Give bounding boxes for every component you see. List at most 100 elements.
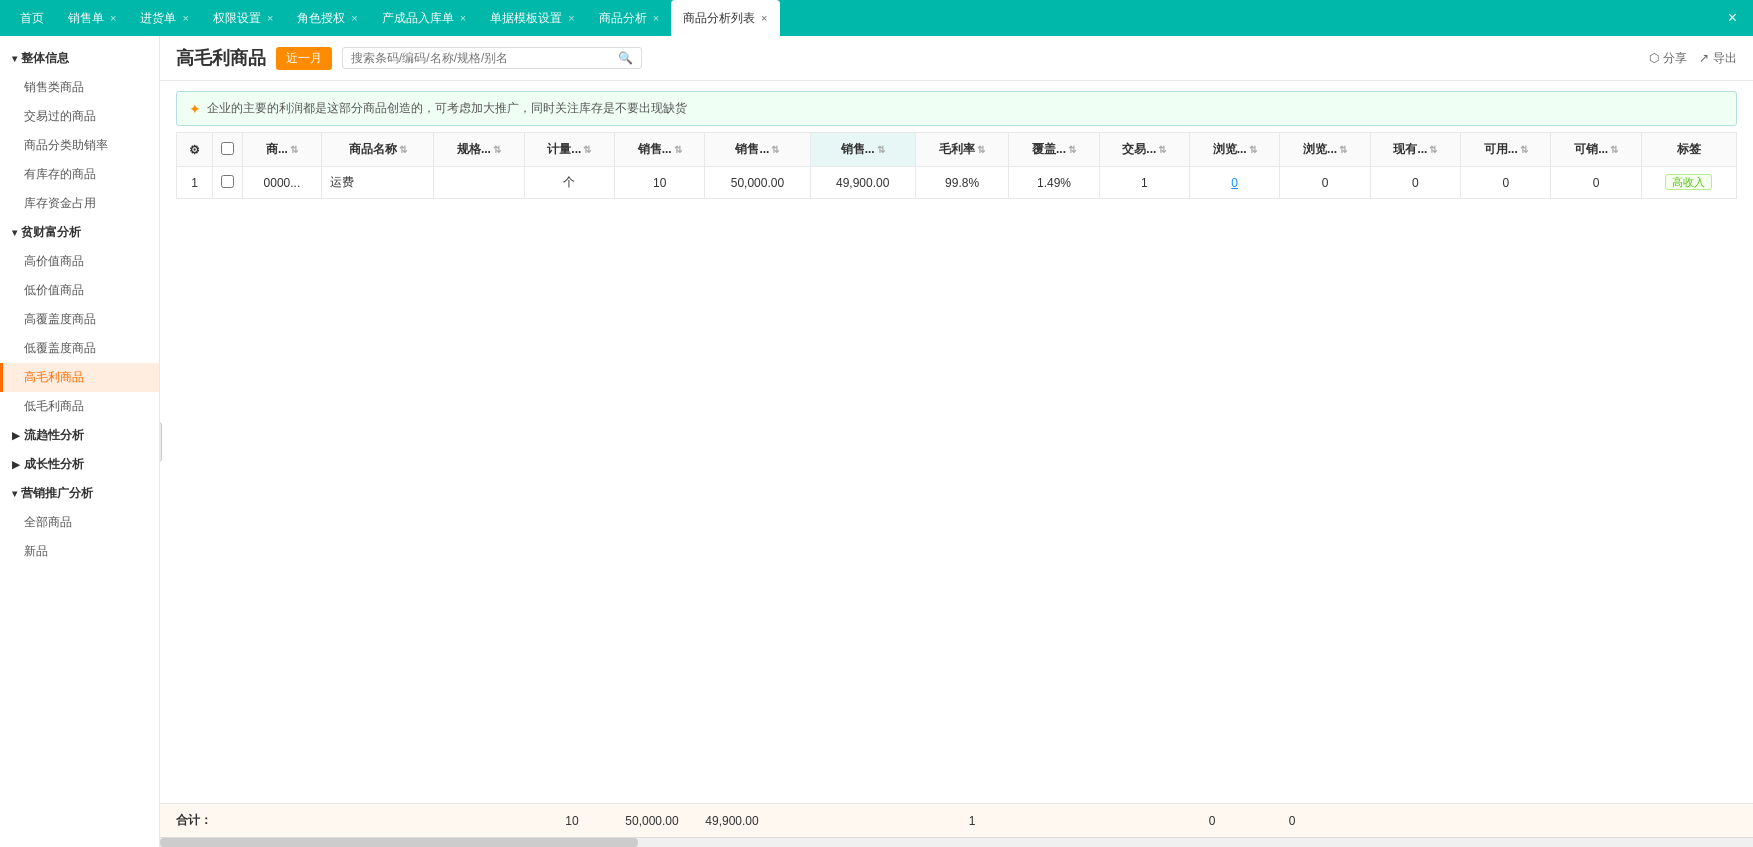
close-roles-icon[interactable]: × [351, 12, 357, 24]
sort-icon-view1: ⇅ [1249, 144, 1257, 155]
sidebar-item-traded-goods[interactable]: 交易过的商品 [0, 102, 159, 131]
view1-link[interactable]: 0 [1231, 176, 1238, 190]
nav-product-analysis[interactable]: 商品分析 × [587, 0, 671, 36]
col-sellable[interactable]: 可销... ⇅ [1551, 133, 1641, 167]
nav-sales[interactable]: 销售单 × [56, 0, 128, 36]
sidebar-item-high-coverage[interactable]: 高覆盖度商品 [0, 305, 159, 334]
col-trade[interactable]: 交易... ⇅ [1099, 133, 1189, 167]
col-unit[interactable]: 计量... ⇅ [524, 133, 614, 167]
sidebar-item-in-stock-goods[interactable]: 有库存的商品 [0, 160, 159, 189]
sidebar-item-stock-capital[interactable]: 库存资金占用 [0, 189, 159, 218]
chevron-down-icon: ▾ [12, 53, 17, 64]
chevron-right-icon-2: ▶ [12, 459, 20, 470]
sidebar-section-wealth[interactable]: ▾ 贫财富分析 [0, 218, 159, 247]
col-sale-amount[interactable]: 销售... ⇅ [705, 133, 810, 167]
chevron-down-icon-2: ▾ [12, 227, 17, 238]
scrollbar-thumb[interactable] [160, 838, 638, 847]
col-coverage[interactable]: 覆盖... ⇅ [1009, 133, 1099, 167]
sidebar-item-new-goods[interactable]: 新品 [0, 537, 159, 566]
sort-icon-code: ⇅ [290, 144, 298, 155]
row-sale-qty: 10 [615, 167, 705, 199]
col-gross-margin[interactable]: 毛利率 ⇅ [915, 133, 1009, 167]
close-sales-icon[interactable]: × [110, 12, 116, 24]
sidebar-item-all-goods[interactable]: 全部商品 [0, 508, 159, 537]
sidebar-item-high-margin[interactable]: 高毛利商品 [0, 363, 159, 392]
select-all-checkbox[interactable] [221, 142, 234, 155]
tag-badge: 高收入 [1665, 174, 1712, 190]
row-available: 0 [1461, 167, 1551, 199]
total-view1 [1012, 814, 1092, 828]
total-sellable [1332, 814, 1412, 828]
sidebar-item-low-margin[interactable]: 低毛利商品 [0, 392, 159, 421]
sidebar-item-low-value[interactable]: 低价值商品 [0, 276, 159, 305]
col-code[interactable]: 商... ⇅ [243, 133, 322, 167]
content-header: 《 高毛利商品 近一月 🔍 ⬡ 分享 ↗ 导出 [160, 36, 1753, 81]
sidebar-item-high-value[interactable]: 高价值商品 [0, 247, 159, 276]
row-tag: 高收入 [1641, 167, 1736, 199]
sidebar-item-category-rate[interactable]: 商品分类助销率 [0, 131, 159, 160]
close-product-analysis-icon[interactable]: × [653, 12, 659, 24]
close-purchase-icon[interactable]: × [182, 12, 188, 24]
col-sale-qty[interactable]: 销售... ⇅ [615, 133, 705, 167]
sidebar-item-sales-goods[interactable]: 销售类商品 [0, 73, 159, 102]
total-sale-qty: 10 [532, 814, 612, 828]
export-button[interactable]: ↗ 导出 [1699, 50, 1737, 67]
row-coverage: 1.49% [1009, 167, 1099, 199]
sidebar-section-growth[interactable]: ▶ 成长性分析 [0, 450, 159, 479]
sort-icon-coverage: ⇅ [1068, 144, 1076, 155]
nav-purchase[interactable]: 进货单 × [128, 0, 200, 36]
close-product-inbound-icon[interactable]: × [460, 12, 466, 24]
row-view2: 0 [1280, 167, 1370, 199]
sidebar-collapse-button[interactable]: 《 [160, 422, 162, 462]
col-spec[interactable]: 规格... ⇅ [434, 133, 524, 167]
search-input[interactable] [351, 51, 614, 65]
sort-icon-gross-margin: ⇅ [977, 144, 985, 155]
col-name[interactable]: 商品名称 ⇅ [321, 133, 434, 167]
nav-permissions[interactable]: 权限设置 × [201, 0, 285, 36]
nav-roles[interactable]: 角色授权 × [285, 0, 369, 36]
sort-icon-available: ⇅ [1520, 144, 1528, 155]
header-actions: ⬡ 分享 ↗ 导出 [1649, 50, 1737, 67]
row-name: 运费 [321, 167, 434, 199]
col-settings[interactable]: ⚙ [177, 133, 213, 167]
filter-month-button[interactable]: 近一月 [276, 47, 332, 70]
col-view2[interactable]: 浏览... ⇅ [1280, 133, 1370, 167]
nav-product-analysis-list[interactable]: 商品分析列表 × [671, 0, 779, 36]
footer-total: 合计： 10 50,000.00 49,900.00 1 0 0 [160, 803, 1753, 837]
close-all-tabs-button[interactable]: × [1720, 9, 1745, 27]
sidebar-section-flow[interactable]: ▶ 流趋性分析 [0, 421, 159, 450]
total-sale-amount: 50,000.00 [612, 814, 692, 828]
horizontal-scrollbar[interactable] [160, 837, 1753, 847]
sort-icon-sellable: ⇅ [1610, 144, 1618, 155]
row-view1[interactable]: 0 [1190, 167, 1280, 199]
row-index: 1 [177, 167, 213, 199]
settings-icon[interactable]: ⚙ [189, 143, 200, 157]
data-table: ⚙ 商... ⇅ [176, 132, 1737, 199]
sidebar-item-low-coverage[interactable]: 低覆盖度商品 [0, 334, 159, 363]
col-view1[interactable]: 浏览... ⇅ [1190, 133, 1280, 167]
top-nav: 首页 销售单 × 进货单 × 权限设置 × 角色授权 × 产成品入库单 × 单据… [0, 0, 1753, 36]
close-template-icon[interactable]: × [568, 12, 574, 24]
search-icon[interactable]: 🔍 [618, 51, 633, 65]
row-select-checkbox[interactable] [221, 175, 234, 188]
sidebar-section-marketing[interactable]: ▾ 营销推广分析 [0, 479, 159, 508]
total-available: 0 [1252, 814, 1332, 828]
col-tag[interactable]: 标签 [1641, 133, 1736, 167]
sort-icon-unit: ⇅ [583, 144, 591, 155]
sidebar-section-overall[interactable]: ▾ 整体信息 [0, 44, 159, 73]
close-product-analysis-list-icon[interactable]: × [761, 12, 767, 24]
col-checkbox [213, 133, 243, 167]
row-sale-cost: 49,900.00 [810, 167, 915, 199]
table-container[interactable]: ⚙ 商... ⇅ [176, 132, 1737, 803]
close-permissions-icon[interactable]: × [267, 12, 273, 24]
nav-home[interactable]: 首页 [8, 0, 56, 36]
row-trade: 1 [1099, 167, 1189, 199]
nav-product-inbound[interactable]: 产成品入库单 × [370, 0, 478, 36]
col-available[interactable]: 可用... ⇅ [1461, 133, 1551, 167]
chevron-down-icon-3: ▾ [12, 488, 17, 499]
col-current-stock[interactable]: 现有... ⇅ [1370, 133, 1460, 167]
col-sale-cost[interactable]: 销售... ⇅ [810, 133, 915, 167]
nav-template[interactable]: 单据模板设置 × [478, 0, 586, 36]
share-button[interactable]: ⬡ 分享 [1649, 50, 1687, 67]
page-title: 高毛利商品 [176, 46, 266, 70]
